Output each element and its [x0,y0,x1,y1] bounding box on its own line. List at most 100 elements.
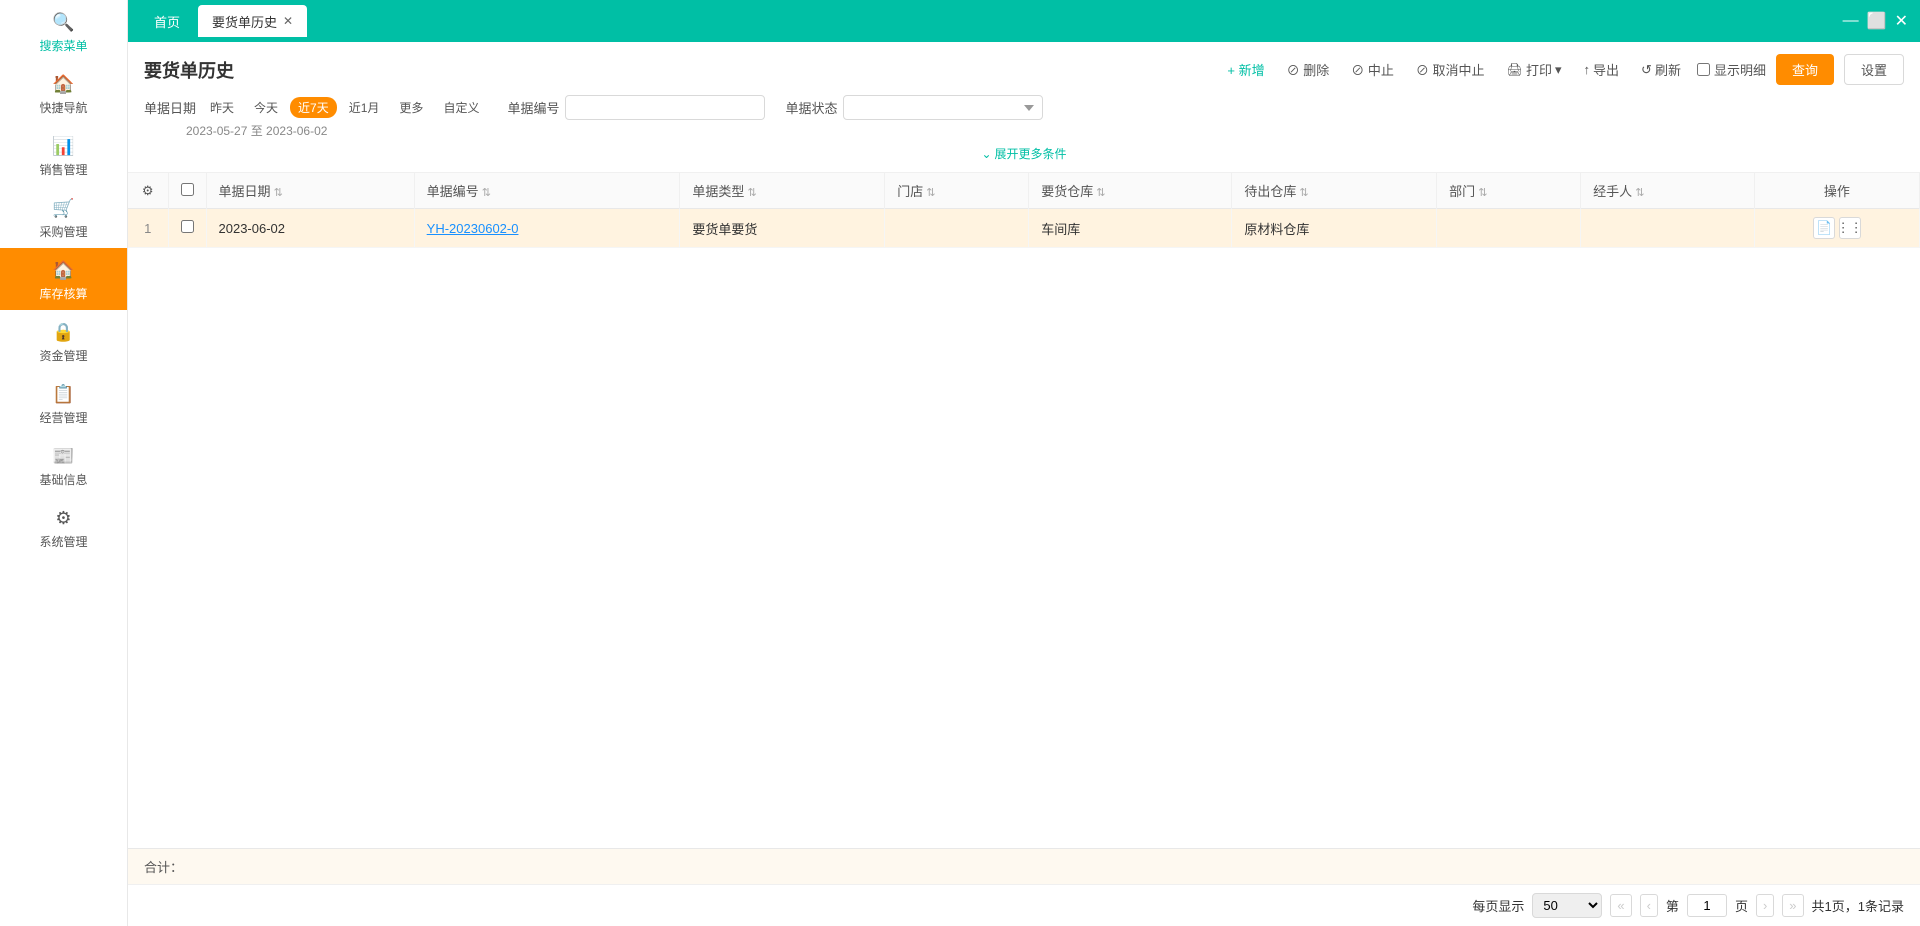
refresh-icon: ↺ [1641,62,1652,78]
table-header-row: ⚙ 单据日期 单据编号 单据类型 门店 要货仓库 待出仓库 部门 经手人 操作 [128,173,1920,209]
sidebar-item-quicknav[interactable]: 🏠 快捷导航 [0,62,127,124]
tab-close-icon[interactable]: ✕ [283,14,293,28]
shortcut-more[interactable]: 更多 [391,97,431,118]
sidebar-item-purchase[interactable]: 🛒 采购管理 [0,186,127,248]
expand-more-area: ⌄ 展开更多条件 [144,145,1904,162]
table-row: 1 2023-06-02 YH-20230602-0 要货单要货 车间库 原材料… [128,209,1920,248]
sidebar-item-label: 搜索菜单 [39,37,87,54]
sidebar-item-label: 基础信息 [39,471,87,488]
delete-button[interactable]: ⊘ 删除 [1281,56,1336,83]
sidebar-item-label: 经营管理 [39,409,87,426]
query-button[interactable]: 查询 [1776,54,1834,85]
date-filter-label: 单据日期 [144,98,196,117]
table-footer: 合计： [128,848,1920,884]
shortcut-1month[interactable]: 近1月 [341,97,388,118]
next-page-button[interactable]: › [1756,894,1774,917]
sidebar-item-sales[interactable]: 📊 销售管理 [0,124,127,186]
window-close-button[interactable]: ✕ [1895,11,1908,31]
cell-department [1437,209,1581,248]
cart-icon: 🛒 [52,198,74,219]
cell-handler [1581,209,1755,248]
gear-icon: ⚙ [55,508,71,529]
shortcut-yesterday[interactable]: 昨天 [202,97,242,118]
tab-home-label: 首页 [154,12,180,31]
content-area: 要货单历史 + 新增 ⊘ 删除 ⊘ 中止 ⊘ 取消中止 🖨 打印 ▾ ↑ 导出 … [128,42,1920,926]
export-label: 导出 [1593,60,1619,79]
page-title: 要货单历史 [144,57,234,83]
col-req-warehouse[interactable]: 要货仓库 [1029,173,1232,209]
sidebar-item-finance[interactable]: 🔒 资金管理 [0,310,127,372]
row-edit-button[interactable]: 📄 [1813,217,1835,239]
new-button[interactable]: + 新增 [1221,56,1270,83]
col-settings: ⚙ [128,173,168,209]
sidebar-item-inventory[interactable]: 🏠 库存核算 [0,248,127,310]
export-icon: ↑ [1584,62,1591,77]
setting-button[interactable]: 设置 [1844,54,1904,85]
tab-requisition-history[interactable]: 要货单历史 ✕ [198,5,307,37]
main-area: 首页 要货单历史 ✕ — ⬜ ✕ 要货单历史 + 新增 ⊘ 删除 ⊘ 中止 ⊘ … [128,0,1920,926]
refresh-button[interactable]: ↺ 刷新 [1635,56,1687,83]
filter-date: 单据日期 昨天 今天 近7天 近1月 更多 自定义 [144,97,487,118]
col-store[interactable]: 门店 [885,173,1029,209]
col-pending-warehouse[interactable]: 待出仓库 [1232,173,1437,209]
cell-billno[interactable]: YH-20230602-0 [414,209,680,248]
prev-page-button[interactable]: ‹ [1640,894,1658,917]
topbar: 首页 要货单历史 ✕ — ⬜ ✕ [128,0,1920,42]
shortcut-today[interactable]: 今天 [246,97,286,118]
chart-icon: 📊 [52,136,74,157]
status-label: 单据状态 [785,98,837,117]
page-number-input[interactable] [1687,894,1727,917]
col-billtype[interactable]: 单据类型 [680,173,885,209]
shortcut-custom[interactable]: 自定义 [435,97,487,118]
search-icon: 🔍 [52,12,74,33]
window-minimize-button[interactable]: — [1843,12,1859,30]
last-page-button[interactable]: » [1782,894,1803,917]
col-handler[interactable]: 经手人 [1581,173,1755,209]
billno-input[interactable] [565,95,765,120]
tab-home[interactable]: 首页 [140,5,194,37]
status-select[interactable] [843,95,1043,120]
col-billno[interactable]: 单据编号 [414,173,680,209]
print-button[interactable]: 🖨 打印 ▾ [1500,56,1567,83]
cell-billtype: 要货单要货 [680,209,885,248]
sidebar-item-system[interactable]: ⚙ 系统管理 [0,496,127,558]
cell-index: 1 [128,209,168,248]
select-all-checkbox[interactable] [181,183,194,196]
clipboard-icon: 📋 [52,384,74,405]
expand-more-button[interactable]: ⌄ 展开更多条件 [981,145,1066,162]
sidebar-item-label: 采购管理 [39,223,87,240]
refresh-label: 刷新 [1655,60,1681,79]
filter-billno: 单据编号 [507,95,765,120]
sidebar-item-baseinfo[interactable]: 📰 基础信息 [0,434,127,496]
col-department[interactable]: 部门 [1437,173,1581,209]
billno-link[interactable]: YH-20230602-0 [427,221,519,236]
sidebar-item-search[interactable]: 🔍 搜索菜单 [0,0,127,62]
page-jump-label: 第 [1666,896,1679,915]
print-dropdown-icon: ▾ [1555,62,1562,78]
sidebar-item-label: 系统管理 [39,533,87,550]
sidebar: 🔍 搜索菜单 🏠 快捷导航 📊 销售管理 🛒 采购管理 🏠 库存核算 🔒 资金管… [0,0,128,926]
sidebar-item-label: 资金管理 [39,347,87,364]
expand-down-icon: ⌄ [981,147,991,161]
table-area: ⚙ 单据日期 单据编号 单据类型 门店 要货仓库 待出仓库 部门 经手人 操作 [128,173,1920,848]
show-detail-toggle[interactable]: 显示明细 [1697,60,1766,79]
date-range-display: 2023-05-27 至 2023-06-02 [144,122,1904,139]
export-button[interactable]: ↑ 导出 [1578,56,1626,83]
sidebar-item-operations[interactable]: 📋 经营管理 [0,372,127,434]
window-maximize-button[interactable]: ⬜ [1867,11,1887,31]
first-page-button[interactable]: « [1610,894,1631,917]
date-shortcuts: 昨天 今天 近7天 近1月 更多 自定义 [202,97,487,118]
page-jump-unit: 页 [1735,896,1748,915]
sidebar-item-label: 销售管理 [39,161,87,178]
warehouse-icon: 🏠 [52,260,74,281]
home-icon: 🏠 [52,74,74,95]
shortcut-7days[interactable]: 近7天 [290,97,337,118]
page-size-select[interactable]: 20 50 100 200 [1532,893,1602,918]
col-date[interactable]: 单据日期 [206,173,414,209]
row-checkbox[interactable] [181,220,194,233]
row-more-button[interactable]: ⋮⋮ [1839,217,1861,239]
suspend-button[interactable]: ⊘ 中止 [1345,56,1400,83]
show-detail-checkbox[interactable] [1697,63,1710,76]
sidebar-item-label: 快捷导航 [39,99,87,116]
cancel-suspend-button[interactable]: ⊘ 取消中止 [1410,56,1491,83]
